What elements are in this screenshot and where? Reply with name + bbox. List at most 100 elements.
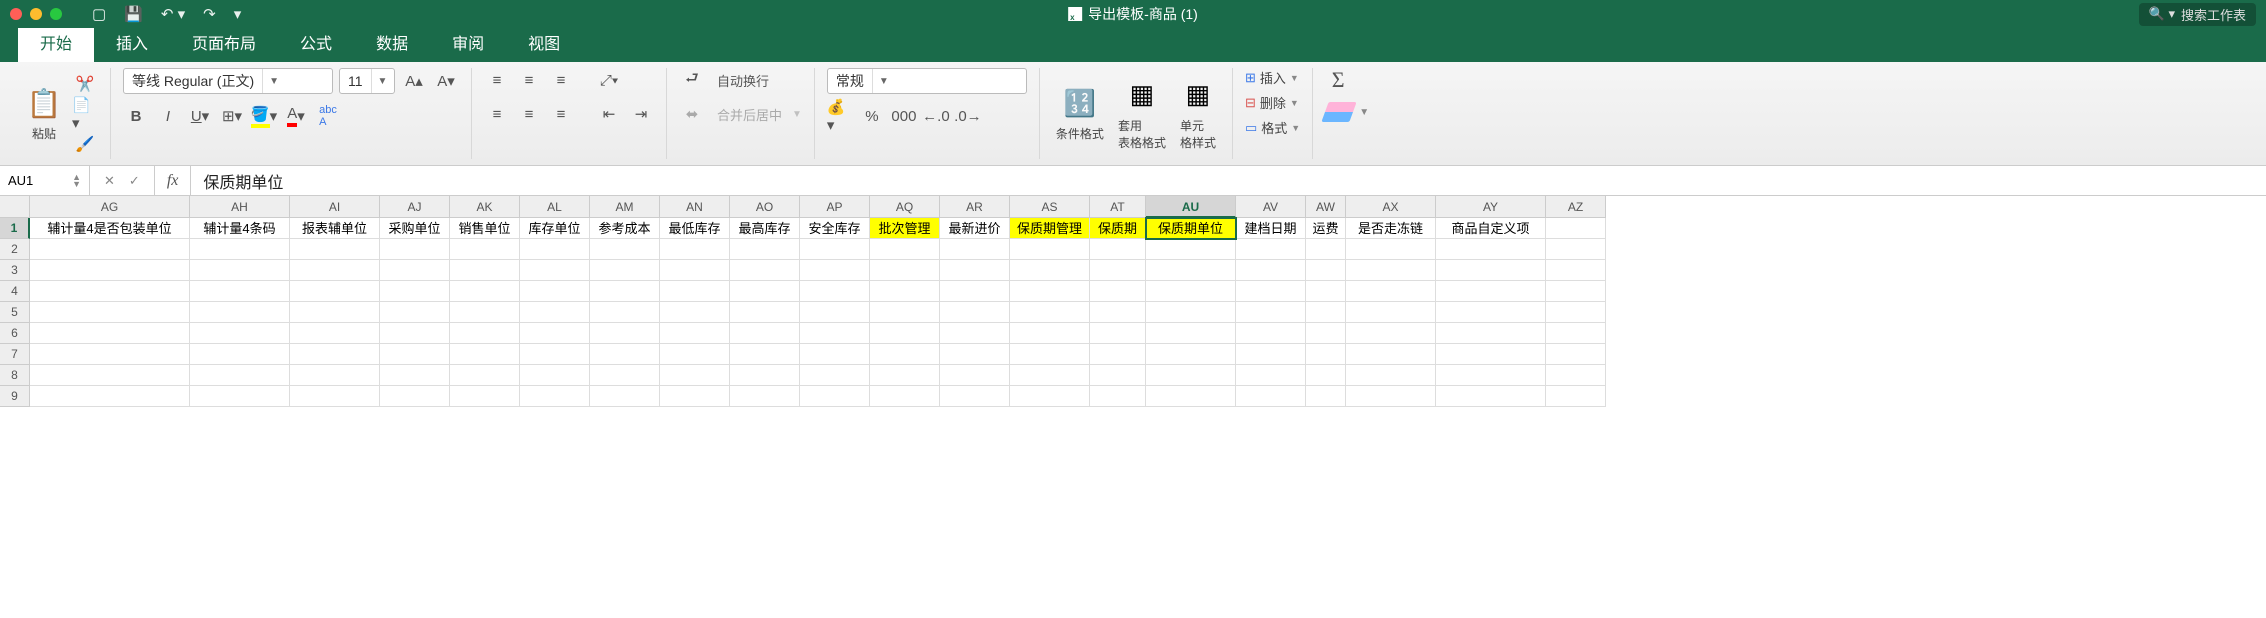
cell-AL5[interactable] — [520, 302, 590, 323]
confirm-edit-icon[interactable]: ✓ — [129, 173, 140, 189]
cell-AK6[interactable] — [450, 323, 520, 344]
cell-AL2[interactable] — [520, 239, 590, 260]
cell-AZ5[interactable] — [1546, 302, 1606, 323]
cell-AP6[interactable] — [800, 323, 870, 344]
cancel-edit-icon[interactable]: ✕ — [104, 173, 115, 189]
row-header-9[interactable]: 9 — [0, 386, 30, 407]
cell-AV4[interactable] — [1236, 281, 1306, 302]
cell-AO8[interactable] — [730, 365, 800, 386]
cell-AJ6[interactable] — [380, 323, 450, 344]
cell-AR4[interactable] — [940, 281, 1010, 302]
number-format-select[interactable]: 常规 ▼ — [827, 68, 1027, 94]
cell-AZ6[interactable] — [1546, 323, 1606, 344]
delete-cells-button[interactable]: ⊟ 删除 ▼ — [1245, 93, 1300, 112]
cell-AR8[interactable] — [940, 365, 1010, 386]
column-header-AG[interactable]: AG — [30, 196, 190, 218]
cell-AM6[interactable] — [590, 323, 660, 344]
cell-AM4[interactable] — [590, 281, 660, 302]
cell-AM5[interactable] — [590, 302, 660, 323]
cell-AU4[interactable] — [1146, 281, 1236, 302]
cell-AP3[interactable] — [800, 260, 870, 281]
cell-AI1[interactable]: 报表辅单位 — [290, 218, 380, 239]
tab-home[interactable]: 开始 — [18, 24, 94, 62]
row-header-7[interactable]: 7 — [0, 344, 30, 365]
cell-AY3[interactable] — [1436, 260, 1546, 281]
cell-AO1[interactable]: 最高库存 — [730, 218, 800, 239]
cell-AR2[interactable] — [940, 239, 1010, 260]
cell-AQ5[interactable] — [870, 302, 940, 323]
cell-AU2[interactable] — [1146, 239, 1236, 260]
cell-AJ9[interactable] — [380, 386, 450, 407]
cell-AZ2[interactable] — [1546, 239, 1606, 260]
cell-AI7[interactable] — [290, 344, 380, 365]
cell-AS2[interactable] — [1010, 239, 1090, 260]
border-button[interactable]: ⊞▾ — [219, 104, 245, 128]
cell-AT9[interactable] — [1090, 386, 1146, 407]
cell-AK7[interactable] — [450, 344, 520, 365]
cell-AG1[interactable]: 辅计量4是否包装单位 — [30, 218, 190, 239]
cell-AW7[interactable] — [1306, 344, 1346, 365]
column-header-AO[interactable]: AO — [730, 196, 800, 218]
cell-AK8[interactable] — [450, 365, 520, 386]
cell-AS9[interactable] — [1010, 386, 1090, 407]
cell-AK3[interactable] — [450, 260, 520, 281]
cell-AR5[interactable] — [940, 302, 1010, 323]
column-header-AT[interactable]: AT — [1090, 196, 1146, 218]
cell-AY2[interactable] — [1436, 239, 1546, 260]
cut-icon[interactable]: ✂️ — [72, 72, 98, 96]
cell-AT2[interactable] — [1090, 239, 1146, 260]
sheet-search[interactable]: 🔍 ▾ 搜索工作表 — [2139, 3, 2256, 26]
column-header-AS[interactable]: AS — [1010, 196, 1090, 218]
cell-AZ1[interactable] — [1546, 218, 1606, 239]
column-header-AJ[interactable]: AJ — [380, 196, 450, 218]
cell-AV8[interactable] — [1236, 365, 1306, 386]
decrease-indent-icon[interactable]: ⇤ — [596, 102, 622, 126]
formula-input[interactable]: 保质期单位 — [191, 169, 295, 193]
cell-AY8[interactable] — [1436, 365, 1546, 386]
tab-page-layout[interactable]: 页面布局 — [170, 24, 278, 62]
row-header-1[interactable]: 1 — [0, 218, 30, 239]
decrease-font-icon[interactable]: A▾ — [433, 69, 459, 93]
cell-AK9[interactable] — [450, 386, 520, 407]
cell-AN1[interactable]: 最低库存 — [660, 218, 730, 239]
cell-AN9[interactable] — [660, 386, 730, 407]
cell-AI3[interactable] — [290, 260, 380, 281]
cell-AK1[interactable]: 销售单位 — [450, 218, 520, 239]
cell-AV1[interactable]: 建档日期 — [1236, 218, 1306, 239]
cell-AL1[interactable]: 库存单位 — [520, 218, 590, 239]
cell-AJ7[interactable] — [380, 344, 450, 365]
cell-AV3[interactable] — [1236, 260, 1306, 281]
align-right-icon[interactable]: ≡ — [548, 102, 574, 126]
cell-AX8[interactable] — [1346, 365, 1436, 386]
cell-AM8[interactable] — [590, 365, 660, 386]
align-center-icon[interactable]: ≡ — [516, 102, 542, 126]
tab-view[interactable]: 视图 — [506, 24, 582, 62]
cell-AO5[interactable] — [730, 302, 800, 323]
comma-icon[interactable]: 000 — [891, 104, 917, 128]
cell-AW9[interactable] — [1306, 386, 1346, 407]
cell-AS4[interactable] — [1010, 281, 1090, 302]
cell-AX6[interactable] — [1346, 323, 1436, 344]
cell-AS7[interactable] — [1010, 344, 1090, 365]
cell-AX4[interactable] — [1346, 281, 1436, 302]
format-cells-button[interactable]: ▭ 格式 ▼ — [1245, 118, 1300, 137]
cell-AH4[interactable] — [190, 281, 290, 302]
cell-AQ9[interactable] — [870, 386, 940, 407]
column-header-AV[interactable]: AV — [1236, 196, 1306, 218]
cell-AN3[interactable] — [660, 260, 730, 281]
row-header-4[interactable]: 4 — [0, 281, 30, 302]
cell-AI2[interactable] — [290, 239, 380, 260]
cell-AL6[interactable] — [520, 323, 590, 344]
cell-AR6[interactable] — [940, 323, 1010, 344]
cell-AK2[interactable] — [450, 239, 520, 260]
cell-AH6[interactable] — [190, 323, 290, 344]
cell-AH2[interactable] — [190, 239, 290, 260]
copy-icon[interactable]: 📄▾ — [72, 102, 98, 126]
save-icon[interactable]: 💾 — [124, 5, 143, 23]
cell-AW4[interactable] — [1306, 281, 1346, 302]
cell-AU9[interactable] — [1146, 386, 1236, 407]
column-header-AX[interactable]: AX — [1346, 196, 1436, 218]
cell-AR1[interactable]: 最新进价 — [940, 218, 1010, 239]
tab-insert[interactable]: 插入 — [94, 24, 170, 62]
cell-AO7[interactable] — [730, 344, 800, 365]
